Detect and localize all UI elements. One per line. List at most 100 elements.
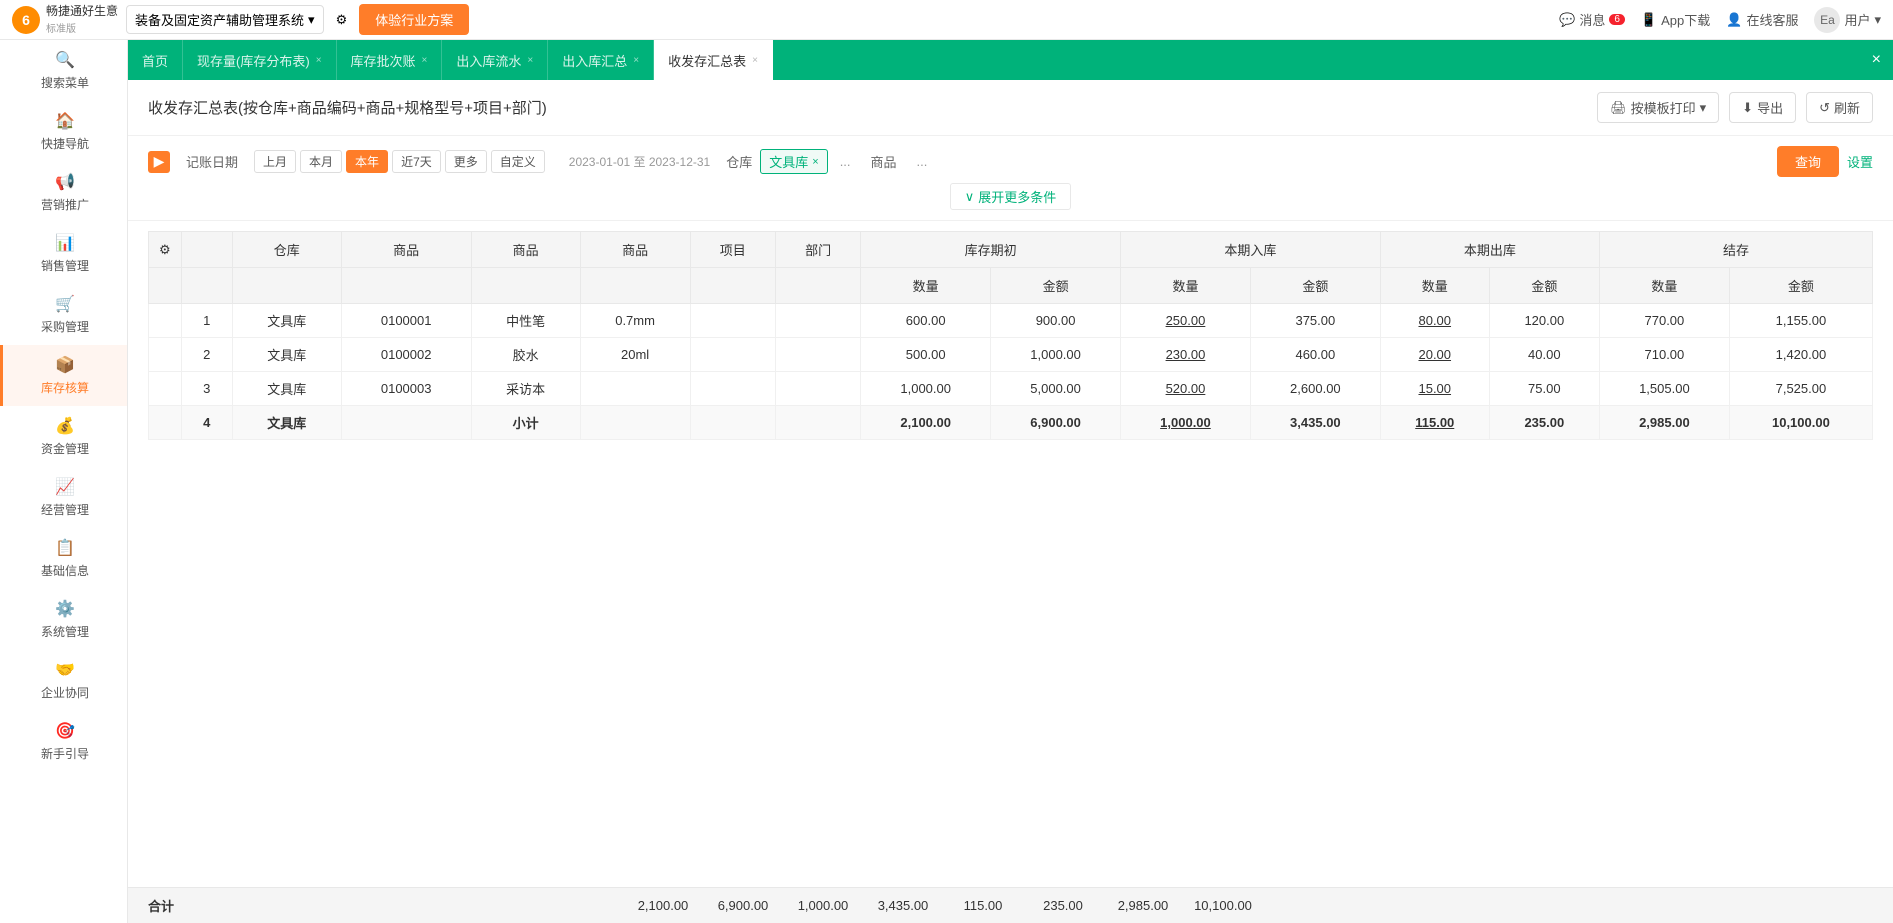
row-in-qty[interactable]: 250.00 — [1121, 304, 1251, 338]
filter-area: ▶ 记账日期 上月 本月 本年 近7天 更多 自定义 2023-01-01 至 … — [128, 136, 1893, 221]
row-name: 胶水 — [471, 338, 580, 372]
col-bal-amt-header: 金额 — [1729, 268, 1872, 304]
sidebar-item-finance[interactable]: 💰 资金管理 — [0, 406, 127, 467]
sidebar-item-system[interactable]: ⚙️ 系统管理 — [0, 589, 127, 650]
message-label: 消息 — [1579, 10, 1605, 29]
warehouse-filter-label: 仓库 — [726, 152, 752, 171]
tab-stock-batch[interactable]: 库存批次账 × — [337, 40, 443, 80]
sidebar-item-guide[interactable]: 🎯 新手引导 — [0, 711, 127, 772]
date-filter-label: 记账日期 — [186, 152, 238, 171]
guide-icon: 🎯 — [55, 721, 75, 741]
sidebar-item-sales[interactable]: 📊 销售管理 — [0, 223, 127, 284]
col-spec-sub — [580, 268, 690, 304]
settings-gear-icon[interactable]: ⚙ — [332, 8, 352, 32]
row-in-qty[interactable]: 520.00 — [1121, 372, 1251, 406]
row-in-amt: 2,600.00 — [1250, 372, 1380, 406]
subtotal-out-amt: 235.00 — [1489, 406, 1599, 440]
bottom-total: 合计 2,100.00 6,900.00 1,000.00 3,435.00 1… — [128, 887, 1893, 923]
subtotal-init-qty: 2,100.00 — [861, 406, 991, 440]
tab-inout-flow[interactable]: 出入库流水 × — [442, 40, 548, 80]
sidebar-item-corp[interactable]: 🤝 企业协同 — [0, 650, 127, 711]
system-selector[interactable]: 装备及固定资产辅助管理系统 ▾ — [126, 5, 324, 34]
tab-stock-summary-close-icon[interactable]: × — [752, 55, 758, 66]
row-dept — [775, 372, 860, 406]
col-out-header: 本期出库 — [1380, 232, 1599, 268]
warehouse-filter: 仓库 文具库 × ... — [726, 149, 854, 174]
sidebar-item-basic-info[interactable]: 📋 基础信息 — [0, 528, 127, 589]
table-header-row-2: 数量 金额 数量 金额 数量 金额 数量 金额 — [149, 268, 1873, 304]
sidebar-item-quicknav[interactable]: 🏠 快捷导航 — [0, 101, 127, 162]
sidebar-item-operations-label: 经营管理 — [41, 501, 89, 518]
app-download-btn[interactable]: 📱 App下载 — [1641, 10, 1710, 29]
sidebar-item-search[interactable]: 🔍 搜索菜单 — [0, 40, 127, 101]
filter-expand-btn[interactable]: ▶ — [148, 151, 170, 173]
sidebar-item-operations[interactable]: 📈 经营管理 — [0, 467, 127, 528]
row-out-qty[interactable]: 20.00 — [1380, 338, 1489, 372]
col-num-sub — [181, 268, 232, 304]
warehouse-tag-remove-icon[interactable]: × — [812, 156, 818, 168]
tab-stock-batch-close-icon[interactable]: × — [422, 55, 428, 66]
row-init-amt: 5,000.00 — [991, 372, 1121, 406]
main-layout: 🔍 搜索菜单 🏠 快捷导航 📢 营销推广 📊 销售管理 🛒 采购管理 📦 — [0, 40, 1893, 923]
expand-more-row: ∨ 展开更多条件 — [148, 183, 1873, 210]
tab-stock-summary[interactable]: 收发存汇总表 × — [654, 40, 773, 80]
tab-inout-flow-close-icon[interactable]: × — [527, 55, 533, 66]
subtotal-in-qty[interactable]: 1,000.00 — [1121, 406, 1251, 440]
inventory-icon: 📦 — [55, 355, 75, 375]
warehouse-tag: 文具库 × — [760, 149, 827, 174]
date-btn-last-month[interactable]: 上月 — [254, 150, 296, 173]
date-btn-custom[interactable]: 自定义 — [491, 150, 545, 173]
experience-btn[interactable]: 体验行业方案 — [359, 4, 469, 35]
sidebar-item-inventory-label: 库存核算 — [41, 379, 89, 396]
row-warehouse: 文具库 — [232, 338, 341, 372]
row-out-qty[interactable]: 80.00 — [1380, 304, 1489, 338]
col-init-qty-header: 数量 — [861, 268, 991, 304]
sidebar-item-basic-info-label: 基础信息 — [41, 562, 89, 579]
export-btn[interactable]: ⬇ 导出 — [1729, 92, 1796, 123]
online-service-btn[interactable]: 👤 在线客服 — [1726, 10, 1798, 29]
sidebar-item-purchase[interactable]: 🛒 采购管理 — [0, 284, 127, 345]
tab-stock-dist-close-icon[interactable]: × — [316, 55, 322, 66]
top-bar: 6 畅捷通好生意 标准版 装备及固定资产辅助管理系统 ▾ ⚙ 体验行业方案 💬 … — [0, 0, 1893, 40]
tab-inout-summary-close-icon[interactable]: × — [633, 55, 639, 66]
date-btn-more[interactable]: 更多 — [445, 150, 487, 173]
sidebar-item-system-label: 系统管理 — [41, 623, 89, 640]
home-icon: 🏠 — [55, 111, 75, 131]
row-spec — [580, 372, 690, 406]
date-btn-this-month[interactable]: 本月 — [300, 150, 342, 173]
print-btn[interactable]: 🖨 按模板打印 ▾ — [1597, 92, 1719, 123]
tab-inout-summary[interactable]: 出入库汇总 × — [548, 40, 654, 80]
goods-more-icon[interactable]: ... — [913, 154, 932, 169]
close-all-tabs-btn[interactable]: × — [1860, 51, 1893, 69]
row-dept — [775, 304, 860, 338]
refresh-label: 刷新 — [1834, 98, 1860, 117]
settings-link[interactable]: 设置 — [1847, 152, 1873, 171]
col-settings-header[interactable]: ⚙ — [149, 232, 182, 268]
user-btn[interactable]: Ea 用户 ▾ — [1814, 7, 1881, 33]
expand-more-btn[interactable]: ∨ 展开更多条件 — [950, 183, 1072, 210]
subtotal-out-qty[interactable]: 115.00 — [1380, 406, 1489, 440]
col-in-qty-header: 数量 — [1121, 268, 1251, 304]
total-in-qty: 1,000.00 — [783, 898, 863, 913]
sidebar-item-marketing[interactable]: 📢 营销推广 — [0, 162, 127, 223]
message-btn[interactable]: 💬 消息 6 — [1559, 10, 1625, 29]
tab-home[interactable]: 首页 — [128, 40, 183, 80]
date-btn-this-year[interactable]: 本年 — [346, 150, 388, 173]
main-table: ⚙ 仓库 商品 商品 商品 项目 部门 库存期初 本期入库 本期出库 — [148, 231, 1873, 440]
tab-stock-dist[interactable]: 现存量(库存分布表) × — [183, 40, 337, 80]
row-in-qty[interactable]: 230.00 — [1121, 338, 1251, 372]
online-service-label: 在线客服 — [1746, 10, 1798, 29]
user-label: 用户 — [1844, 10, 1870, 29]
query-btn[interactable]: 查询 — [1777, 146, 1839, 177]
user-arrow-icon: ▾ — [1874, 12, 1881, 28]
expand-down-icon: ∨ — [965, 189, 975, 205]
filter-row: ▶ 记账日期 上月 本月 本年 近7天 更多 自定义 2023-01-01 至 … — [148, 146, 1873, 177]
sidebar-item-inventory[interactable]: 📦 库存核算 — [0, 345, 127, 406]
row-out-qty[interactable]: 15.00 — [1380, 372, 1489, 406]
date-btn-7days[interactable]: 近7天 — [392, 150, 441, 173]
tab-inout-summary-label: 出入库汇总 — [562, 51, 627, 70]
row-bal-qty: 710.00 — [1599, 338, 1729, 372]
sidebar-item-marketing-label: 营销推广 — [41, 196, 89, 213]
warehouse-more-icon[interactable]: ... — [836, 154, 855, 169]
refresh-btn[interactable]: ↺ 刷新 — [1806, 92, 1873, 123]
